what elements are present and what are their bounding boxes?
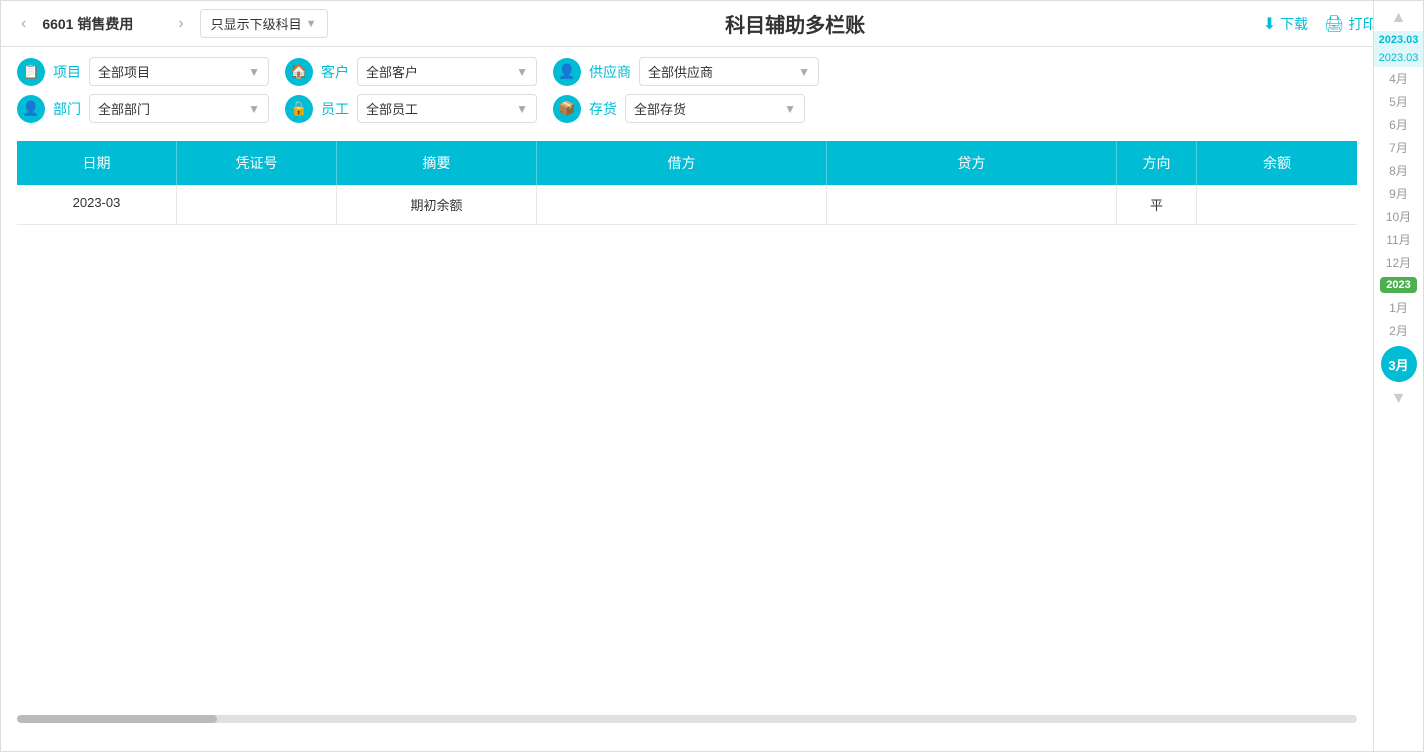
cell-balance: [1197, 185, 1357, 224]
timeline-item-7[interactable]: 7月: [1374, 136, 1423, 159]
cell-date: 2023-03: [17, 185, 177, 224]
timeline-scroll-down-button[interactable]: ▼: [1387, 386, 1411, 412]
supplier-icon: 👤: [553, 58, 581, 86]
year-badge-2023[interactable]: 2023: [1380, 277, 1416, 293]
inventory-chevron-icon: ▼: [784, 102, 796, 116]
horizontal-scrollbar[interactable]: [17, 715, 1357, 723]
show-sub-button[interactable]: 只显示下级科目 ▼: [200, 9, 328, 38]
cell-debit: [537, 185, 827, 224]
download-label: 下载: [1280, 14, 1308, 34]
cell-credit: [827, 185, 1117, 224]
show-sub-label: 只显示下级科目: [211, 14, 302, 33]
inventory-value: 全部存货: [634, 99, 780, 118]
chevron-down-icon: ▼: [306, 18, 317, 30]
employee-value: 全部员工: [366, 99, 512, 118]
employee-select[interactable]: 全部员工 ▼: [357, 94, 537, 123]
project-icon: 📋: [17, 58, 45, 86]
project-select[interactable]: 全部项目 ▼: [89, 57, 269, 86]
department-value: 全部部门: [98, 99, 244, 118]
timeline-item-9[interactable]: 9月: [1374, 182, 1423, 205]
table-row: 2023-03 期初余额 平: [17, 185, 1357, 225]
filter-item-department: 👤 部门 全部部门 ▼: [17, 94, 269, 123]
department-icon: 👤: [17, 95, 45, 123]
cell-voucher: [177, 185, 337, 224]
filter-item-inventory: 📦 存货 全部存货 ▼: [553, 94, 805, 123]
project-chevron-icon: ▼: [248, 65, 260, 79]
filter-item-supplier: 👤 供应商 全部供应商 ▼: [553, 57, 819, 86]
print-icon: 🖨: [1324, 14, 1344, 34]
filter-area: 📋 项目 全部项目 ▼ 🏠 客户 全部客户 ▼ 👤: [1, 47, 1423, 141]
customer-value: 全部客户: [366, 62, 512, 81]
header-bar: ‹ 6601 销售费用 › 只显示下级科目 ▼ 科目辅助多栏账 ⬇ 下载 🖨 打…: [1, 1, 1423, 47]
timeline-item-1[interactable]: 1月: [1374, 296, 1423, 319]
account-code-label: 6601 销售费用: [42, 14, 162, 34]
supplier-select[interactable]: 全部供应商 ▼: [639, 57, 819, 86]
col-date: 日期: [17, 141, 177, 185]
customer-select[interactable]: 全部客户 ▼: [357, 57, 537, 86]
col-credit: 贷方: [827, 141, 1117, 185]
col-direction: 方向: [1117, 141, 1197, 185]
prev-account-button[interactable]: ‹: [17, 13, 30, 35]
department-chevron-icon: ▼: [248, 102, 260, 116]
timeline-item-11[interactable]: 11月: [1374, 228, 1423, 251]
main-content: 📋 项目 全部项目 ▼ 🏠 客户 全部客户 ▼ 👤: [1, 47, 1423, 743]
filter-item-employee: 🔒 员工 全部员工 ▼: [285, 94, 537, 123]
table-body: 2023-03 期初余额 平: [17, 185, 1357, 225]
employee-label: 员工: [321, 99, 349, 119]
col-debit: 借方: [537, 141, 827, 185]
scrollbar-thumb[interactable]: [17, 715, 217, 723]
col-summary: 摘要: [337, 141, 537, 185]
customer-label: 客户: [321, 62, 349, 82]
timeline-item-8[interactable]: 8月: [1374, 159, 1423, 182]
inventory-label: 存货: [589, 99, 617, 119]
department-select[interactable]: 全部部门 ▼: [89, 94, 269, 123]
filter-row-2: 👤 部门 全部部门 ▼ 🔒 员工 全部员工 ▼ 📦: [17, 94, 1407, 123]
timeline-item-10[interactable]: 10月: [1374, 205, 1423, 228]
project-value: 全部项目: [98, 62, 244, 81]
customer-chevron-icon: ▼: [516, 65, 528, 79]
cell-direction: 平: [1117, 185, 1197, 224]
filter-item-customer: 🏠 客户 全部客户 ▼: [285, 57, 537, 86]
supplier-label: 供应商: [589, 62, 631, 82]
timeline-item-5[interactable]: 5月: [1374, 90, 1423, 113]
project-label: 项目: [53, 62, 81, 82]
timeline-item-2023-03[interactable]: 2023.03: [1374, 49, 1423, 67]
account-name: 销售费用: [77, 16, 133, 32]
table-wrapper: 日期 凭证号 摘要 借方 贷方 方向 余额 2023-03 期初余额 平: [17, 141, 1357, 225]
col-balance: 余额: [1197, 141, 1357, 185]
page-title: 科目辅助多栏账: [340, 9, 1251, 38]
employee-icon: 🔒: [285, 95, 313, 123]
timeline-panel: ▲ 2023.03 2023.03 4月 5月 6月 7月 8月 9月 10月 …: [1373, 1, 1423, 751]
timeline-item-12[interactable]: 12月: [1374, 251, 1423, 274]
department-label: 部门: [53, 99, 81, 119]
next-account-button[interactable]: ›: [174, 13, 187, 35]
filter-item-project: 📋 项目 全部项目 ▼: [17, 57, 269, 86]
col-voucher: 凭证号: [177, 141, 337, 185]
filter-row-1: 📋 项目 全部项目 ▼ 🏠 客户 全部客户 ▼ 👤: [17, 57, 1407, 86]
print-button[interactable]: 🖨 打印: [1324, 14, 1376, 34]
supplier-chevron-icon: ▼: [798, 65, 810, 79]
customer-icon: 🏠: [285, 58, 313, 86]
table-header: 日期 凭证号 摘要 借方 贷方 方向 余额: [17, 141, 1357, 185]
timeline-scroll-up-button[interactable]: ▲: [1387, 5, 1411, 31]
cell-summary: 期初余额: [337, 185, 537, 224]
timeline-item-2023-03-top[interactable]: 2023.03: [1374, 31, 1423, 49]
download-button[interactable]: ⬇ 下载: [1263, 14, 1308, 34]
timeline-item-4[interactable]: 4月: [1374, 67, 1423, 90]
inventory-select[interactable]: 全部存货 ▼: [625, 94, 805, 123]
inventory-icon: 📦: [553, 95, 581, 123]
timeline-item-3-active[interactable]: 3月: [1381, 346, 1417, 382]
account-code: 6601: [42, 16, 73, 32]
timeline-item-2[interactable]: 2月: [1374, 319, 1423, 342]
action-buttons: ⬇ 下载 🖨 打印: [1263, 14, 1377, 34]
timeline-item-6[interactable]: 6月: [1374, 113, 1423, 136]
employee-chevron-icon: ▼: [516, 102, 528, 116]
main-window: ‹ 6601 销售费用 › 只显示下级科目 ▼ 科目辅助多栏账 ⬇ 下载 🖨 打…: [0, 0, 1424, 752]
download-icon: ⬇: [1263, 14, 1276, 34]
supplier-value: 全部供应商: [648, 62, 794, 81]
